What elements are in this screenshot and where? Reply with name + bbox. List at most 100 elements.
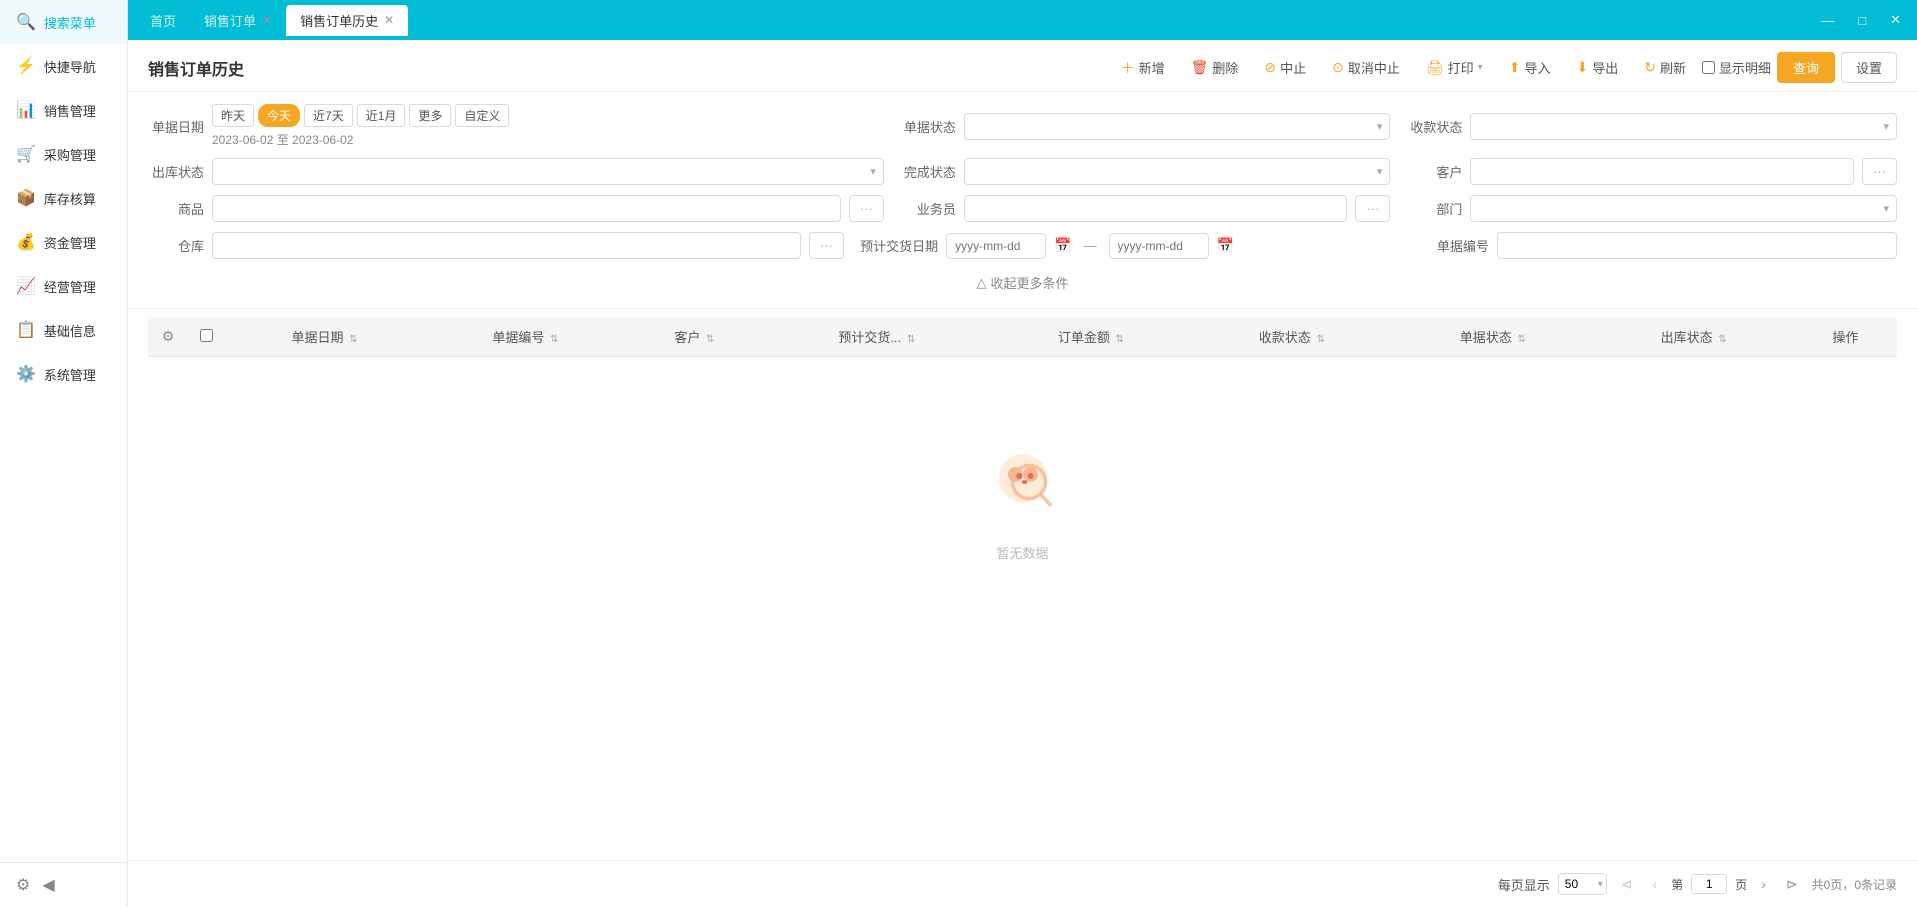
date-btn-7days[interactable]: 近7天: [304, 104, 353, 127]
display-detail-checkbox[interactable]: 显示明细: [1702, 58, 1771, 77]
filter-row-3: 商品 ··· 业务员 ··· 部门 ▾: [148, 195, 1897, 222]
tab-sales-order[interactable]: 销售订单 ✕: [190, 5, 286, 36]
page-input[interactable]: [1691, 874, 1727, 894]
print-arrow-icon: ▾: [1478, 62, 1483, 73]
date-btn-today[interactable]: 今天: [258, 104, 300, 127]
search-button[interactable]: 查询: [1777, 52, 1835, 83]
th-amount[interactable]: 订单金额 ⇅: [990, 317, 1191, 357]
tab-home[interactable]: 首页: [136, 5, 190, 36]
tab-sales-order-history[interactable]: 销售订单历史 ✕: [286, 5, 408, 36]
tab-sales-order-history-close[interactable]: ✕: [384, 13, 394, 27]
cal-end-icon[interactable]: 📅: [1217, 237, 1234, 254]
stop-button[interactable]: ⊘ 中止: [1254, 53, 1316, 82]
minimize-button[interactable]: —: [1813, 9, 1842, 32]
sidebar-item-search[interactable]: 🔍 搜索菜单: [0, 0, 127, 44]
warehouse-dots-button[interactable]: ···: [809, 232, 844, 259]
gear-icon[interactable]: ⚙: [162, 328, 175, 344]
bill-no-input[interactable]: [1497, 232, 1897, 259]
th-bill-status[interactable]: 单据状态 ⇅: [1392, 317, 1593, 357]
th-date[interactable]: 单据日期 ⇅: [224, 317, 425, 357]
print-button[interactable]: 🖨 打印 ▾: [1416, 53, 1493, 82]
sidebar-item-basic[interactable]: 📋 基础信息: [0, 308, 127, 352]
expected-date-end-input[interactable]: [1109, 233, 1209, 259]
sidebar-item-label: 销售管理: [44, 101, 96, 120]
goods-input[interactable]: [212, 195, 841, 222]
sales-icon: 📊: [16, 100, 36, 120]
filter-out-status: 出库状态 ▾: [148, 158, 884, 185]
last-page-button[interactable]: ⊳: [1780, 874, 1804, 895]
th-amount-label: 订单金额: [1058, 330, 1110, 345]
bill-status-label: 单据状态: [900, 117, 956, 136]
filter-expected-date: 预计交货日期 📅 — 📅: [860, 233, 1417, 259]
payment-status-select[interactable]: [1470, 113, 1897, 140]
page-size-select[interactable]: 10 20 50 100: [1558, 873, 1607, 895]
th-expected-date[interactable]: 预计交货... ⇅: [763, 317, 990, 357]
sidebar-item-label: 经营管理: [44, 277, 96, 296]
th-date-label: 单据日期: [291, 330, 343, 345]
sidebar-item-quick-nav[interactable]: ⚡ 快捷导航: [0, 44, 127, 88]
close-button[interactable]: ✕: [1882, 8, 1909, 32]
next-page-button[interactable]: ›: [1755, 874, 1772, 894]
table-footer: 每页显示 10 20 50 100 ▾ ⊲ ‹ 第 页 › ⊳ 共0页，0条记录: [128, 860, 1917, 907]
warehouse-input[interactable]: [212, 232, 801, 259]
new-button[interactable]: ＋ 新增: [1111, 53, 1175, 83]
dept-select-wrapper: ▾: [1470, 195, 1897, 222]
select-all-checkbox[interactable]: [200, 329, 213, 342]
salesperson-dots-button[interactable]: ···: [1355, 195, 1390, 222]
sidebar-item-inventory[interactable]: 📦 库存核算: [0, 176, 127, 220]
th-customer[interactable]: 客户 ⇅: [626, 317, 763, 357]
sidebar-item-sales[interactable]: 📊 销售管理: [0, 88, 127, 132]
th-no[interactable]: 单据编号 ⇅: [425, 317, 626, 357]
cancel-stop-icon: ⊙: [1332, 59, 1344, 76]
sidebar-item-operation[interactable]: 📈 经营管理: [0, 264, 127, 308]
sidebar: 🔍 搜索菜单 ⚡ 快捷导航 📊 销售管理 🛒 采购管理 📦 库存核算 💰 资金管…: [0, 0, 128, 907]
cancel-stop-label: 取消中止: [1348, 58, 1400, 77]
prev-page-button[interactable]: ‹: [1647, 874, 1664, 894]
collapse-bar[interactable]: △ 收起更多条件: [148, 269, 1897, 296]
filter-complete-status: 完成状态 ▾: [900, 158, 1391, 185]
customer-dots-button[interactable]: ···: [1862, 158, 1897, 185]
sidebar-item-label: 搜索菜单: [44, 13, 96, 32]
import-button[interactable]: ⬆ 导入: [1499, 53, 1561, 82]
sidebar-item-purchase[interactable]: 🛒 采购管理: [0, 132, 127, 176]
th-payment-status[interactable]: 收款状态 ⇅: [1191, 317, 1392, 357]
refresh-button[interactable]: ↻ 刷新: [1634, 53, 1696, 82]
expected-date-start-input[interactable]: [946, 233, 1046, 259]
date-btn-yesterday[interactable]: 昨天: [212, 104, 254, 127]
cal-start-icon[interactable]: 📅: [1054, 237, 1071, 254]
empty-text: 暂无数据: [996, 543, 1048, 562]
maximize-button[interactable]: □: [1850, 9, 1874, 32]
delete-button[interactable]: 🗑 删除: [1181, 53, 1249, 82]
date-btn-1month[interactable]: 近1月: [357, 104, 406, 127]
customer-input[interactable]: [1470, 158, 1854, 185]
th-out-status[interactable]: 出库状态 ⇅: [1593, 317, 1794, 357]
complete-status-select[interactable]: [964, 158, 1391, 185]
import-icon: ⬆: [1509, 59, 1521, 76]
settings-bottom-icon[interactable]: ⚙: [16, 875, 30, 895]
goods-dots-button[interactable]: ···: [849, 195, 884, 222]
collapse-sidebar-icon[interactable]: ◀: [42, 875, 54, 895]
salesperson-input[interactable]: [964, 195, 1348, 222]
display-detail-input[interactable]: [1702, 61, 1715, 74]
th-no-label: 单据编号: [492, 330, 544, 345]
date-btn-custom[interactable]: 自定义: [455, 104, 509, 127]
export-button[interactable]: ⬇ 导出: [1566, 53, 1628, 82]
first-page-button[interactable]: ⊲: [1615, 874, 1639, 895]
dept-select[interactable]: [1470, 195, 1897, 222]
settings-button[interactable]: 设置: [1841, 52, 1897, 83]
tab-sales-order-close[interactable]: ✕: [262, 13, 272, 27]
page-header: 销售订单历史 ＋ 新增 🗑 删除 ⊘ 中止 ⊙ 取消中止: [128, 40, 1917, 92]
sidebar-item-system[interactable]: ⚙️ 系统管理: [0, 352, 127, 396]
bill-status-select[interactable]: [964, 113, 1391, 140]
sidebar-item-finance[interactable]: 💰 资金管理: [0, 220, 127, 264]
main-area: 首页 销售订单 ✕ 销售订单历史 ✕ — □ ✕ 销售订单历史 ＋ 新增: [128, 0, 1917, 907]
cancel-stop-button[interactable]: ⊙ 取消中止: [1322, 53, 1410, 82]
date-btn-more[interactable]: 更多: [409, 104, 451, 127]
sort-payment-status-icon: ⇅: [1316, 334, 1324, 345]
print-icon: 🖨: [1426, 59, 1444, 76]
filter-row-2: 出库状态 ▾ 完成状态 ▾: [148, 158, 1897, 185]
th-gear[interactable]: ⚙: [148, 317, 188, 357]
out-status-select[interactable]: [212, 158, 884, 185]
stop-label: 中止: [1280, 58, 1306, 77]
sort-amount-icon: ⇅: [1116, 334, 1124, 345]
